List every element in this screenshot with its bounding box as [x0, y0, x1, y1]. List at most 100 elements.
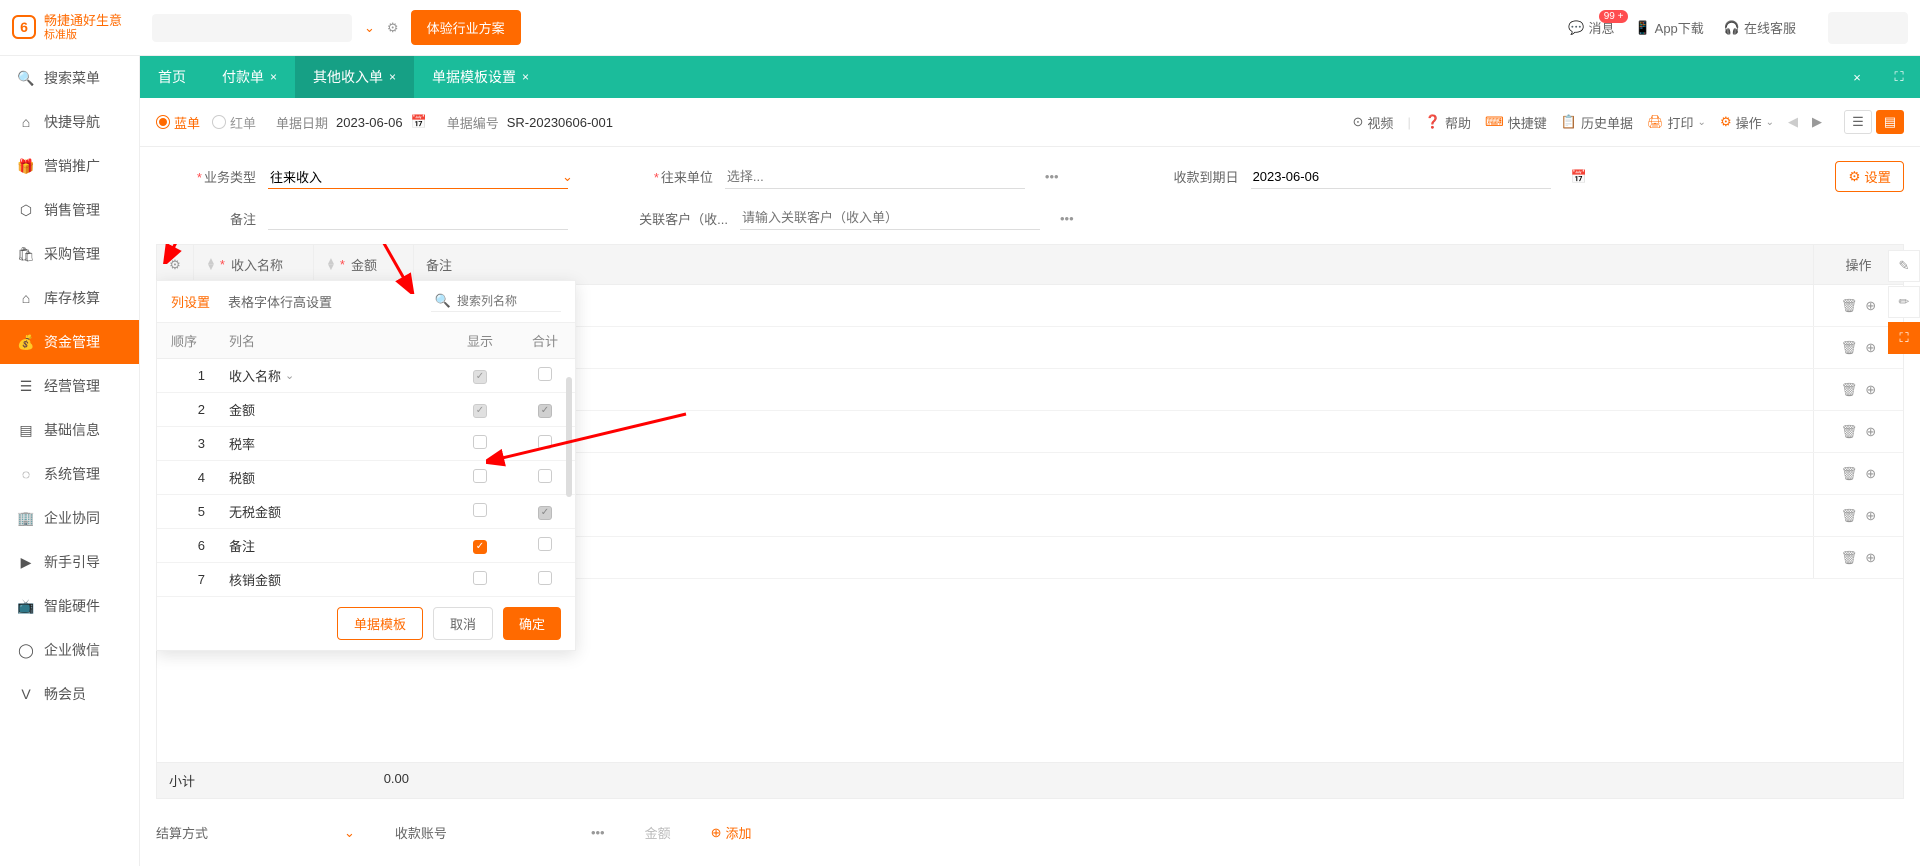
cta-button[interactable]: 体验行业方案 [411, 10, 521, 45]
delete-icon[interactable]: 🗑 [1841, 550, 1858, 566]
content-area: 首页付款单×其他收入单×单据模板设置××⛶ 蓝单 红单 单据日期 20 [140, 56, 1920, 866]
radio-red[interactable]: 红单 [212, 113, 256, 132]
sidebar-item[interactable]: ▤基础信息 [0, 408, 139, 452]
delete-icon[interactable]: 🗑 [1841, 382, 1858, 398]
chevron-down-icon[interactable]: ⌄ [285, 369, 294, 382]
bill-date-value[interactable]: 2023-06-06 [336, 115, 403, 130]
video-link[interactable]: ⊙视频 [1353, 113, 1394, 132]
chevron-down-icon[interactable]: ⌄ [562, 169, 573, 185]
delete-icon[interactable]: 🗑 [1841, 466, 1858, 482]
popup-scrollbar[interactable] [566, 377, 572, 497]
app-download-link[interactable]: 📱 App下载 [1634, 18, 1703, 37]
sidebar-item[interactable]: 🎁营销推广 [0, 144, 139, 188]
sidebar-item[interactable]: ◯企业微信 [0, 628, 139, 672]
play-icon: ⊙ [1353, 114, 1364, 130]
sidebar-item[interactable]: 📺智能硬件 [0, 584, 139, 628]
cancel-button[interactable]: 取消 [433, 607, 493, 640]
messages-link[interactable]: 💬 消息 99 + [1568, 18, 1614, 37]
more-icon[interactable]: ••• [591, 825, 605, 840]
popup-tab-columns[interactable]: 列设置 [171, 292, 210, 311]
chevron-down-icon[interactable]: ⌄ [364, 20, 375, 36]
service-link[interactable]: 🎧 在线客服 [1724, 18, 1796, 37]
sidebar-item[interactable]: ◌系统管理 [0, 452, 139, 496]
checkbox-off-icon[interactable] [538, 435, 552, 449]
tab[interactable]: 付款单× [204, 56, 295, 98]
tab[interactable]: 首页 [140, 56, 204, 98]
tab[interactable]: 单据模板设置× [414, 56, 547, 98]
column-settings-gear[interactable]: ⚙ [157, 245, 193, 284]
checkbox-off-icon[interactable] [538, 469, 552, 483]
add-button[interactable]: ⊕ 添加 [711, 823, 752, 842]
operate-link[interactable]: ⚙操作⌄ [1720, 113, 1774, 132]
radio-blue[interactable]: 蓝单 [156, 113, 200, 132]
party-input[interactable] [725, 165, 1025, 189]
sidebar-item[interactable]: ⬡销售管理 [0, 188, 139, 232]
gear-icon[interactable]: ⚙ [387, 20, 399, 36]
delete-icon[interactable]: 🗑 [1841, 340, 1858, 356]
print-link[interactable]: 🖨打印⌄ [1647, 113, 1706, 132]
template-button[interactable]: 单据模板 [337, 607, 423, 640]
remark-input[interactable] [268, 206, 568, 230]
tab-close-all[interactable]: × [1836, 56, 1878, 98]
confirm-button[interactable]: 确定 [503, 607, 561, 640]
rel-cust-input[interactable] [740, 206, 1040, 230]
checkbox-on-icon[interactable]: ✓ [473, 540, 487, 554]
chevron-down-icon[interactable]: ⌄ [344, 825, 355, 841]
add-row-icon[interactable]: ⊕ [1865, 340, 1876, 356]
sidebar-item[interactable]: 💰资金管理 [0, 320, 139, 364]
checkbox-off-icon[interactable] [538, 571, 552, 585]
tab-fullscreen[interactable]: ⛶ [1878, 56, 1920, 98]
biz-type-input[interactable] [268, 165, 568, 189]
delete-icon[interactable]: 🗑 [1841, 508, 1858, 524]
checkbox-off-icon[interactable] [473, 571, 487, 585]
sidebar-item[interactable]: ⌂库存核算 [0, 276, 139, 320]
history-link[interactable]: 📋历史单据 [1561, 113, 1633, 132]
calendar-icon[interactable]: 📅 [411, 114, 427, 130]
sidebar-item[interactable]: 🛍采购管理 [0, 232, 139, 276]
more-icon[interactable]: ••• [1045, 169, 1059, 184]
prev-button[interactable]: ◀ [1788, 114, 1798, 130]
float-expand-icon[interactable]: ⛶ [1888, 322, 1920, 354]
popup-tab-rowheight[interactable]: 表格字体行高设置 [228, 292, 332, 311]
add-row-icon[interactable]: ⊕ [1865, 466, 1876, 482]
more-icon[interactable]: ••• [1060, 211, 1074, 226]
sidebar-item[interactable]: 🔍搜索菜单 [0, 56, 139, 100]
sidebar-item[interactable]: V畅会员 [0, 672, 139, 716]
view-mode-list[interactable]: ☰ [1844, 110, 1872, 134]
col-income-header[interactable]: ▲▼ *收入名称 [193, 245, 313, 284]
popup-search-input[interactable] [457, 294, 557, 308]
col-amount-header[interactable]: ▲▼ *金额 [313, 245, 413, 284]
checkbox-off-icon[interactable] [473, 503, 487, 517]
org-name-placeholder[interactable] [152, 14, 352, 42]
close-icon[interactable]: × [389, 70, 396, 84]
close-icon[interactable]: × [522, 70, 529, 84]
delete-icon[interactable]: 🗑 [1841, 298, 1858, 314]
checkbox-off-icon[interactable] [538, 537, 552, 551]
shortcut-link[interactable]: ⌨快捷键 [1485, 113, 1547, 132]
checkbox-off-icon[interactable] [473, 469, 487, 483]
view-mode-detail[interactable]: ▤ [1876, 110, 1904, 134]
due-date-input[interactable] [1251, 165, 1551, 189]
sidebar-item[interactable]: ▶新手引导 [0, 540, 139, 584]
sidebar-item[interactable]: 🏢企业协同 [0, 496, 139, 540]
add-row-icon[interactable]: ⊕ [1865, 298, 1876, 314]
add-row-icon[interactable]: ⊕ [1865, 508, 1876, 524]
checkbox-off-icon[interactable] [538, 367, 552, 381]
sidebar-item[interactable]: ⌂快捷导航 [0, 100, 139, 144]
delete-icon[interactable]: 🗑 [1841, 424, 1858, 440]
avatar[interactable] [1828, 12, 1908, 44]
checkbox-off-icon[interactable] [473, 435, 487, 449]
sidebar-item[interactable]: ☰经营管理 [0, 364, 139, 408]
settings-button[interactable]: ⚙设置 [1835, 161, 1904, 192]
close-icon[interactable]: × [270, 70, 277, 84]
calendar-icon[interactable]: 📅 [1571, 169, 1587, 185]
add-row-icon[interactable]: ⊕ [1865, 382, 1876, 398]
float-edit-icon[interactable]: ✏ [1888, 286, 1920, 318]
next-button[interactable]: ▶ [1812, 114, 1822, 130]
tab[interactable]: 其他收入单× [295, 56, 414, 98]
popup-cell-name: 无税金额 [217, 495, 445, 528]
float-note-icon[interactable]: ✎ [1888, 250, 1920, 282]
add-row-icon[interactable]: ⊕ [1865, 550, 1876, 566]
add-row-icon[interactable]: ⊕ [1865, 424, 1876, 440]
help-link[interactable]: ❓帮助 [1425, 113, 1471, 132]
